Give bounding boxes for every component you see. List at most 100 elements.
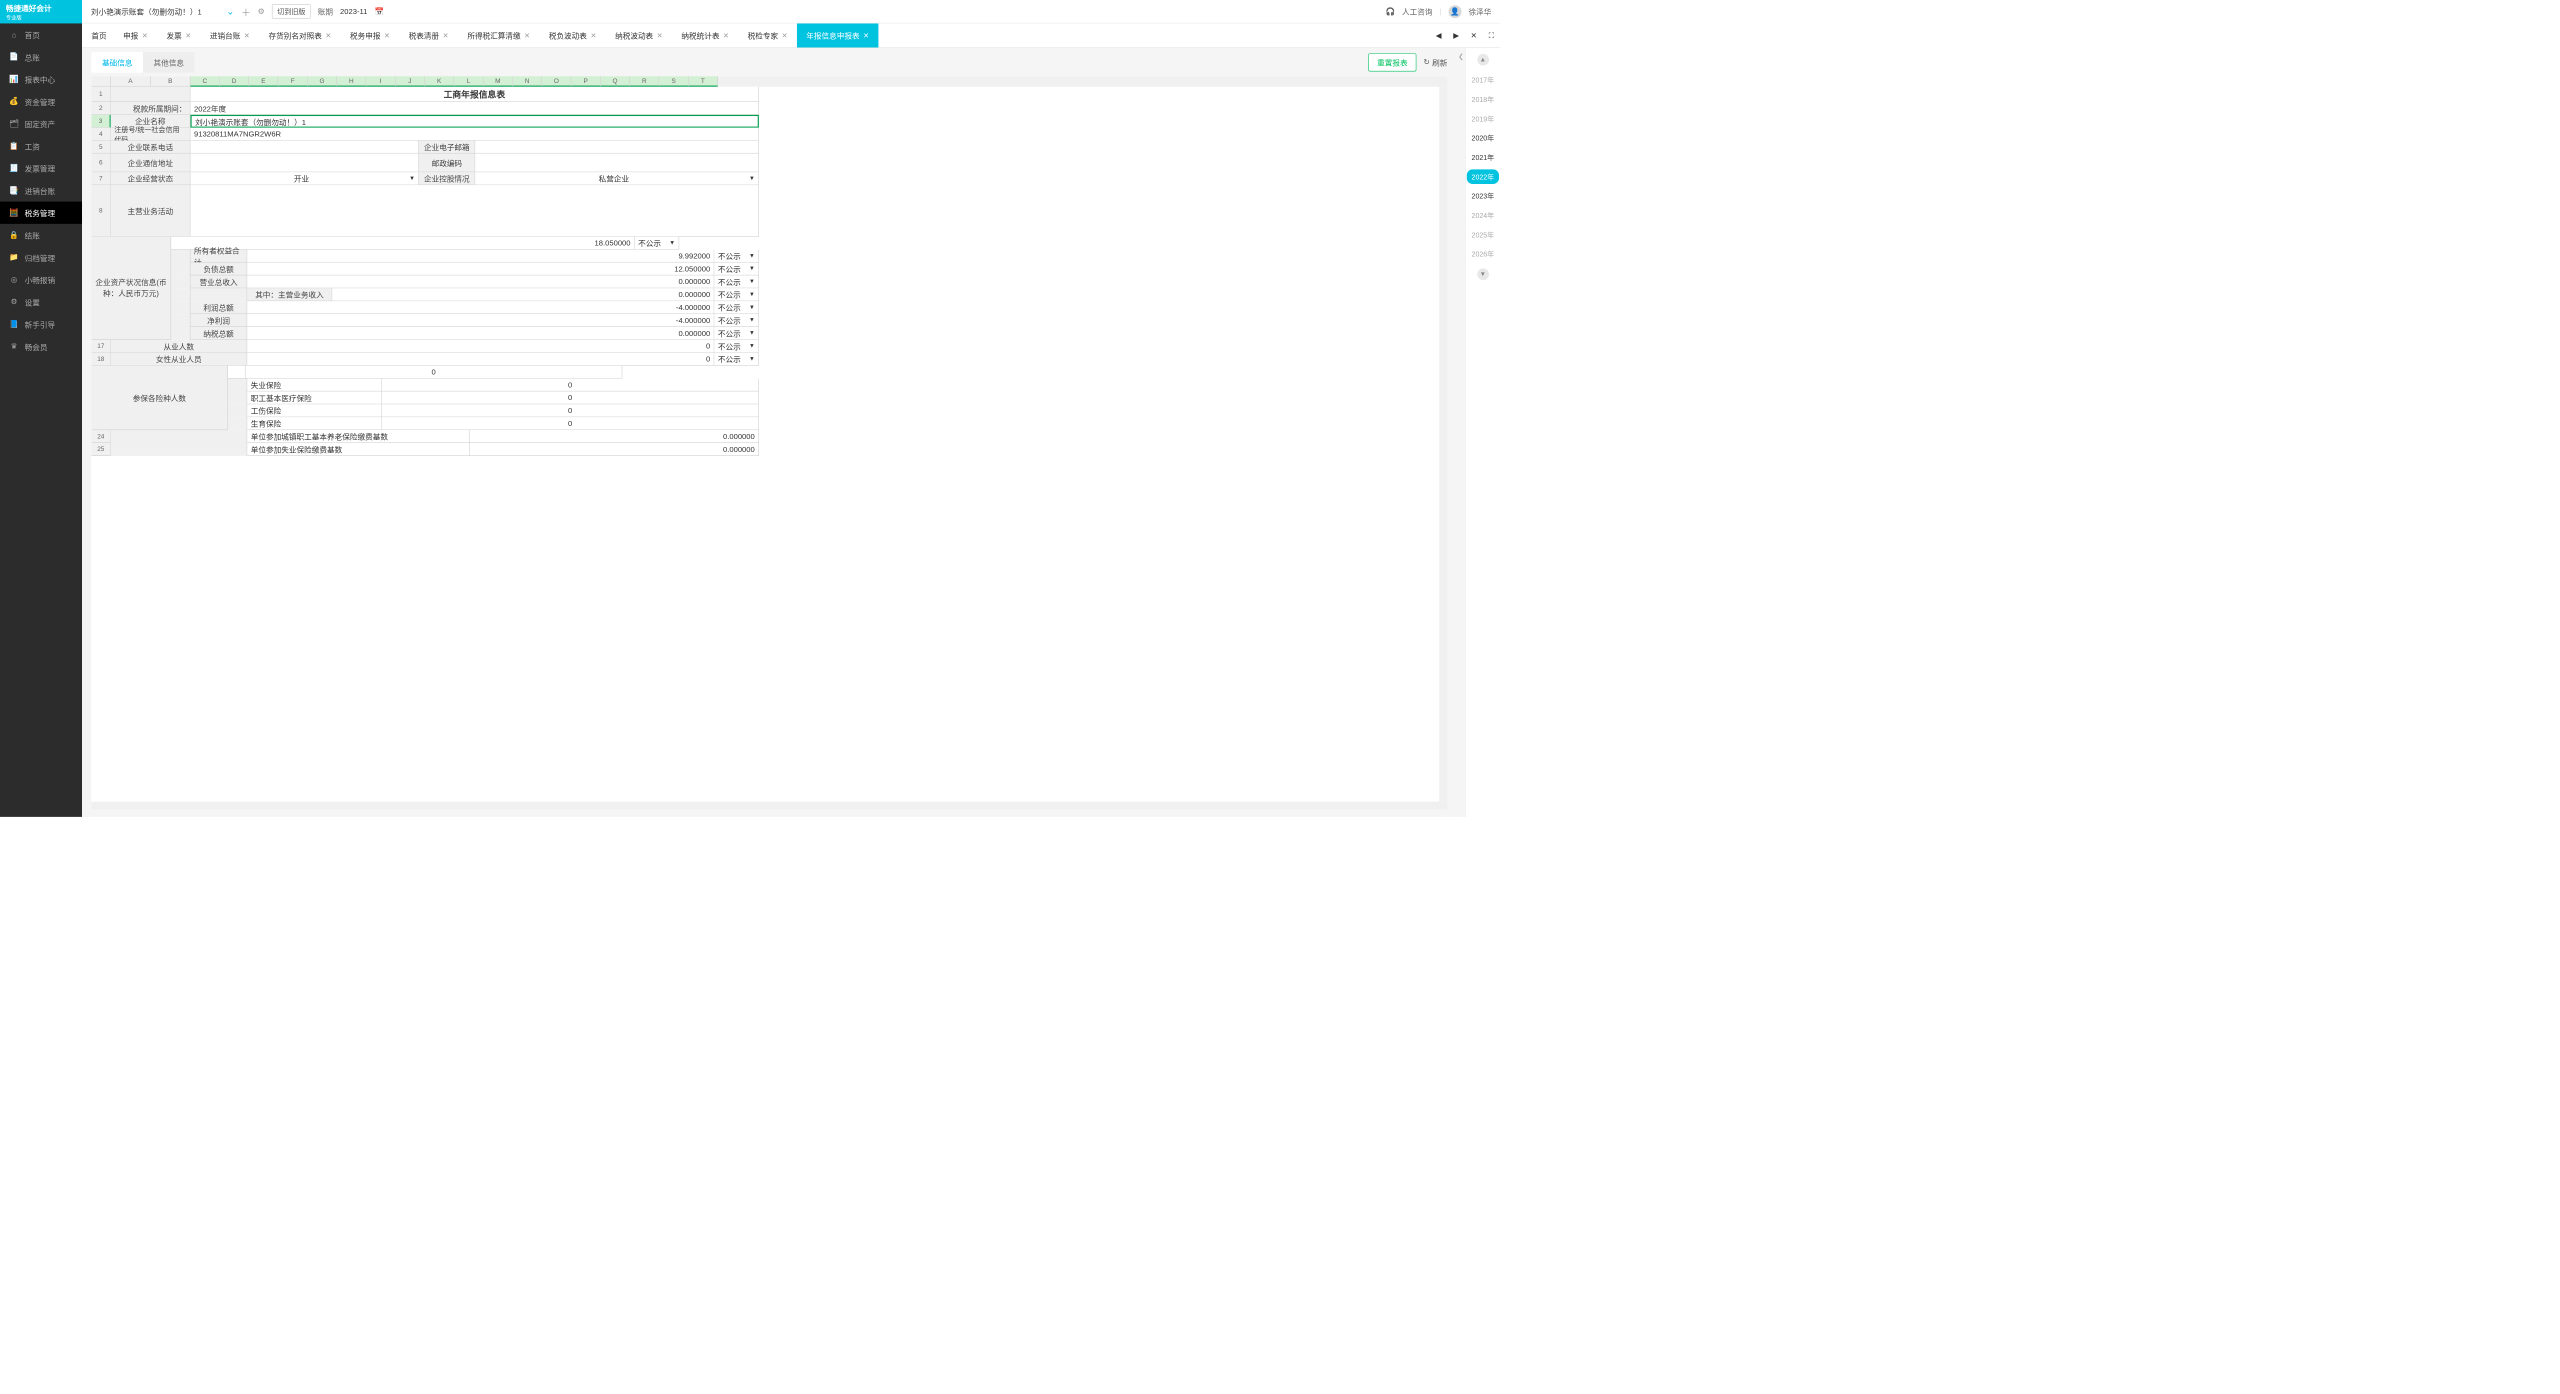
tab-3[interactable]: 存货别名对照表✕ [259,23,340,47]
addr-cell[interactable] [190,154,419,173]
sidebar-item-2[interactable]: 📊报表中心 [0,68,82,90]
reg-code-cell[interactable]: 91320811MA7NGR2W6R [190,128,758,141]
switch-old-button[interactable]: 切到旧版 [272,4,311,19]
insurance-value[interactable]: 0 [382,417,759,430]
sidebar-item-14[interactable]: ♛畅会员 [0,335,82,357]
tab-8[interactable]: 纳税波动表✕ [606,23,672,47]
sidebar-item-10[interactable]: 📁归档管理 [0,246,82,268]
close-icon[interactable]: ✕ [863,31,869,39]
publish-select[interactable]: 不公示▼ [714,288,759,301]
cell[interactable]: 生育保险 [247,417,382,430]
sidebar-item-13[interactable]: 📘新手引导 [0,313,82,335]
col-header[interactable]: L [454,76,483,87]
cell[interactable]: 其中：主营业务收入 [247,288,332,301]
col-header[interactable]: J [396,76,425,87]
cell[interactable]: 职工基本医疗保险 [247,391,382,404]
cell[interactable]: 利润总额 [190,301,247,314]
tab-9[interactable]: 纳税统计表✕ [672,23,738,47]
cell[interactable]: 工伤保险 [247,404,382,417]
scrollbar-horizontal[interactable] [91,802,1447,810]
cell[interactable]: 注册号/统一社会信用代码 [111,128,191,141]
col-header[interactable]: C [190,76,219,87]
cell[interactable]: 女性从业人员 [111,353,248,366]
tab-11[interactable]: 年报信息申报表✕ [797,23,878,47]
cell[interactable]: 营业总收入 [190,275,247,288]
female-cell[interactable]: 0 [247,353,714,366]
col-header[interactable]: Q [601,76,630,87]
close-icon[interactable]: ✕ [185,31,191,39]
sidebar-item-0[interactable]: ⌂首页 [0,23,82,45]
row-number[interactable]: 6 [91,154,110,173]
row-number[interactable]: 17 [91,340,110,353]
subtab-other[interactable]: 其他信息 [143,52,195,73]
cell[interactable]: 企业经营状态 [111,172,191,185]
row-number[interactable]: 2 [91,102,110,115]
year-up-icon[interactable]: ▲ [1477,54,1489,66]
subtab-basic[interactable]: 基础信息 [91,52,143,73]
employees-cell[interactable]: 0 [247,340,714,353]
publish-select[interactable]: 不公示▼ [714,327,759,340]
asset-value[interactable]: 0.000000 [247,275,714,288]
fullscreen-icon[interactable]: ⛶ [1483,23,1501,47]
cell[interactable]: 单位参加城镇职工基本养老保险缴费基数 [247,430,470,443]
tab-4[interactable]: 税务申报✕ [341,23,400,47]
insurance-value[interactable]: 0 [382,404,759,417]
gear-icon[interactable]: ⚙ [258,6,265,16]
calendar-icon[interactable]: 📅 [374,7,383,16]
publish-select[interactable]: 不公示▼ [714,353,759,366]
insurance-value[interactable]: 0 [382,379,759,392]
cell[interactable]: 企业电子邮箱 [419,141,475,154]
col-header[interactable]: K [425,76,454,87]
sidebar-item-9[interactable]: 🔒结账 [0,224,82,246]
row-number[interactable]: 8 [91,185,110,237]
col-header[interactable]: I [366,76,395,87]
period-value[interactable]: 2023-11 [340,7,367,16]
close-icon[interactable]: ✕ [384,31,390,39]
tab-0[interactable]: 申报✕ [114,23,157,47]
row-number[interactable]: 25 [91,443,110,456]
publish-select[interactable]: 不公示▼ [714,263,759,276]
base-value[interactable]: 0.000000 [470,443,759,456]
row-number[interactable]: 18 [91,353,110,366]
holding-select[interactable]: 私营企业▼ [475,172,759,185]
cell[interactable]: 纳税总额 [190,327,247,340]
cell[interactable]: 企业联系电话 [111,141,191,154]
sidebar-item-12[interactable]: ⚙设置 [0,291,82,313]
period-cell[interactable]: 2022年度 [190,102,758,115]
postcode-cell[interactable] [475,154,759,173]
cell[interactable]: 邮政编码 [419,154,475,173]
insurance-value[interactable]: 0 [382,391,759,404]
cell[interactable]: 单位参加失业保险缴费基数 [247,443,470,456]
col-header[interactable]: F [278,76,307,87]
reset-button[interactable]: 重置报表 [1368,53,1416,71]
consult-link[interactable]: 人工咨询 [1402,6,1432,17]
cell[interactable]: 主营业务活动 [111,185,191,237]
sidebar-item-4[interactable]: 🗂固定资产 [0,113,82,135]
year-down-icon[interactable]: ▼ [1477,268,1489,280]
publish-select[interactable]: 不公示▼ [635,237,680,250]
col-header[interactable]: B [151,76,191,87]
cell[interactable]: 所有者权益合计 [190,250,247,263]
col-header[interactable]: M [483,76,512,87]
phone-cell[interactable] [190,141,419,154]
sidebar-item-1[interactable]: 📄总账 [0,46,82,68]
sidebar-item-7[interactable]: 📑进销台账 [0,179,82,201]
sidebar-item-5[interactable]: 📋工资 [0,135,82,157]
year-item[interactable]: 2020年 [1467,131,1499,146]
row-number[interactable]: 3 [91,115,110,128]
close-icon[interactable]: ✕ [590,31,596,39]
col-header[interactable]: R [630,76,659,87]
asset-value[interactable]: 0.000000 [247,327,714,340]
row-number[interactable]: 4 [91,128,110,141]
publish-select[interactable]: 不公示▼ [714,340,759,353]
cell[interactable]: 从业人数 [111,340,248,353]
col-header[interactable]: H [337,76,366,87]
row-number[interactable]: 5 [91,141,110,154]
sidebar-item-6[interactable]: 🧾发票管理 [0,157,82,179]
asset-value[interactable]: -4.000000 [247,314,714,327]
base-value[interactable]: 0.000000 [470,430,759,443]
publish-select[interactable]: 不公示▼ [714,250,759,263]
asset-value[interactable]: 0.000000 [332,288,714,301]
collapse-handle[interactable]: ❮ [1457,48,1465,817]
col-header[interactable]: A [111,76,151,87]
